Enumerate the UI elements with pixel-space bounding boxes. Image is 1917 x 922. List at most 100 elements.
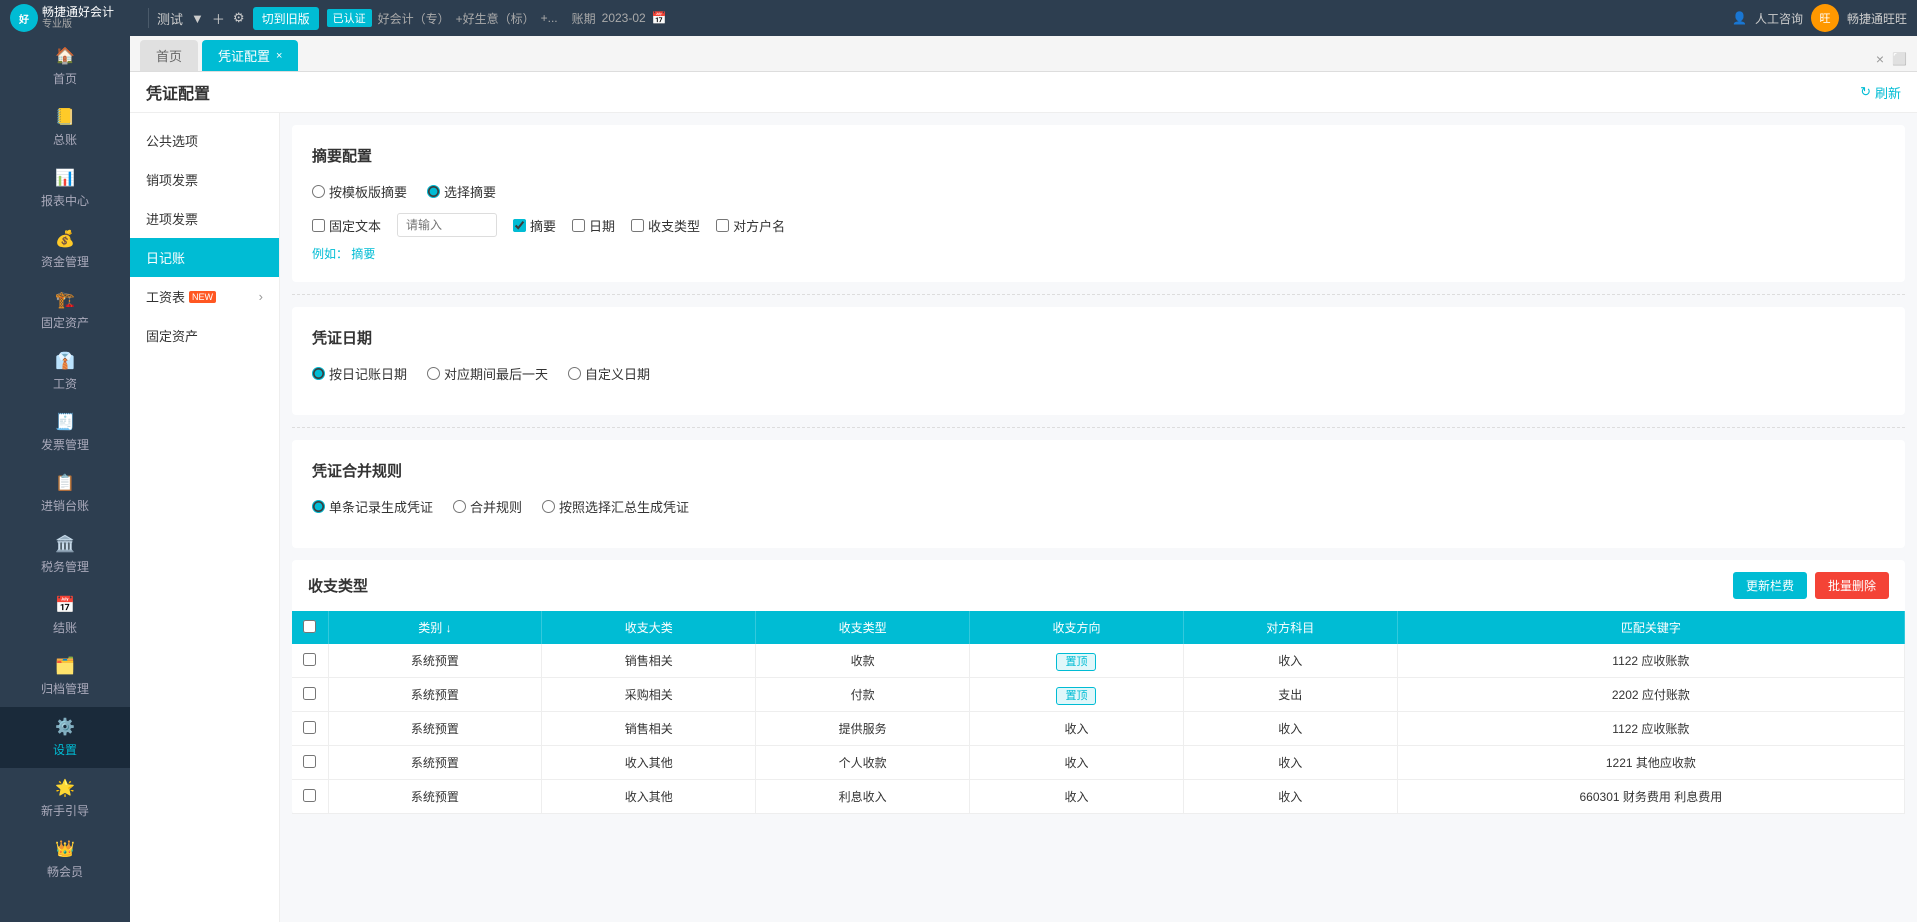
divider-2: [292, 427, 1905, 428]
date-radio-custom[interactable]: 自定义日期: [568, 364, 650, 383]
date-journal-radio[interactable]: [312, 367, 325, 380]
brand-text: 畅捷通好会计 专业版: [42, 5, 114, 31]
left-nav-journal[interactable]: 日记账: [130, 238, 279, 277]
summary-select-radio[interactable]: [427, 185, 440, 198]
summary-radio-select[interactable]: 选择摘要: [427, 182, 496, 201]
left-nav-purchase-invoice[interactable]: 进项发票: [130, 199, 279, 238]
invoice-icon: 🧾: [55, 412, 75, 432]
income-expense-table: 类别 ↓ 收支大类 收支类型 收支方向 对方科目 匹配关键字: [292, 611, 1905, 814]
date-period-last-radio[interactable]: [427, 367, 440, 380]
merge-single-radio[interactable]: [312, 500, 325, 513]
select-all-checkbox[interactable]: [303, 620, 316, 633]
row-checkbox[interactable]: [303, 653, 316, 666]
window-maximize-button[interactable]: ⬜: [1892, 52, 1907, 66]
sidebar-item-sales-ledger[interactable]: 📋 进销台账: [0, 463, 130, 524]
row-counterpart-subject: 1122 应收账款: [1397, 644, 1904, 678]
sidebar-item-settings[interactable]: ⚙️ 设置: [0, 707, 130, 768]
income-type-checkbox-item[interactable]: 收支类型: [631, 216, 700, 235]
row-direction: 收入: [970, 712, 1184, 746]
main-layout: 🏠 首页 📒 总账 📊 报表中心 💰 资金管理 🏗️ 固定资产 👔 工资 🧾 发…: [0, 36, 1917, 922]
sidebar-item-fixed-assets[interactable]: 🏗️ 固定资产: [0, 280, 130, 341]
date-custom-radio[interactable]: [568, 367, 581, 380]
sidebar-item-home[interactable]: 🏠 首页: [0, 36, 130, 97]
top-tag[interactable]: 置顶: [1056, 653, 1096, 671]
summary-checkbox[interactable]: [513, 219, 526, 232]
tab-close-icon[interactable]: ×: [276, 50, 282, 62]
table-header-row: 收支类型 更新栏费 批量删除: [292, 560, 1905, 611]
row-checkbox[interactable]: [303, 755, 316, 768]
col-checkbox: [292, 611, 328, 644]
date-checkbox[interactable]: [572, 219, 585, 232]
top-bar-status: 已认证 好会计（专） +好生意（标） +... 账期 2023-02 📅: [327, 9, 667, 27]
divider-1: [292, 294, 1905, 295]
col-category: 类别 ↓: [328, 611, 542, 644]
sidebar-item-guide[interactable]: 🌟 新手引导: [0, 768, 130, 829]
page-header: 凭证配置 ↻ 刷新: [130, 72, 1917, 113]
sidebar-item-reports[interactable]: 📊 报表中心: [0, 158, 130, 219]
merge-radio-single[interactable]: 单条记录生成凭证: [312, 497, 433, 516]
period-value: 2023-02: [602, 11, 646, 25]
left-nav-public[interactable]: 公共选项: [130, 121, 279, 160]
sidebar-item-tax[interactable]: 🏛️ 税务管理: [0, 524, 130, 585]
date-checkbox-item[interactable]: 日期: [572, 216, 615, 235]
sidebar-item-funds[interactable]: 💰 资金管理: [0, 219, 130, 280]
row-checkbox[interactable]: [303, 789, 316, 802]
calendar-icon[interactable]: 📅: [652, 11, 667, 25]
col-subject: 对方科目: [1183, 611, 1397, 644]
left-nav-sales-invoice[interactable]: 销项发票: [130, 160, 279, 199]
top-tag[interactable]: 置顶: [1056, 687, 1096, 705]
add-icon[interactable]: ＋: [212, 9, 225, 28]
fixed-text-input[interactable]: [397, 213, 497, 237]
counterpart-checkbox[interactable]: [716, 219, 729, 232]
left-nav-payroll[interactable]: 工资表 NEW ›: [130, 277, 279, 316]
income-type-checkbox[interactable]: [631, 219, 644, 232]
top-bar: 好 畅捷通好会计 专业版 测试 ▼ ＋ ⚙ 切到旧版 已认证 好会计（专） +好…: [0, 0, 1917, 36]
sidebar-item-salary[interactable]: 👔 工资: [0, 341, 130, 402]
sidebar-item-close[interactable]: 📅 结账: [0, 585, 130, 646]
refresh-button[interactable]: ↻ 刷新: [1860, 83, 1901, 102]
row-type: 提供服务: [756, 712, 970, 746]
row-checkbox-cell: [292, 712, 328, 746]
batch-delete-btn[interactable]: 批量删除: [1815, 572, 1889, 599]
good-accounting-status: 好会计（专）: [378, 10, 450, 27]
fixed-text-checkbox-item[interactable]: 固定文本: [312, 216, 381, 235]
counterpart-checkbox-item[interactable]: 对方户名: [716, 216, 785, 235]
sidebar-item-ledger[interactable]: 📒 总账: [0, 97, 130, 158]
row-category: 系统预置: [328, 780, 542, 814]
summary-template-radio[interactable]: [312, 185, 325, 198]
merge-merge-radio[interactable]: [453, 500, 466, 513]
sidebar-item-archive[interactable]: 🗂️ 归档管理: [0, 646, 130, 707]
merge-radio-merge[interactable]: 合并规则: [453, 497, 522, 516]
merge-summary-radio[interactable]: [542, 500, 555, 513]
window-close-button[interactable]: ×: [1876, 51, 1884, 67]
row-checkbox[interactable]: [303, 687, 316, 700]
row-checkbox-cell: [292, 746, 328, 780]
date-radio-period-last[interactable]: 对应期间最后一天: [427, 364, 548, 383]
row-checkbox[interactable]: [303, 721, 316, 734]
sidebar: 🏠 首页 📒 总账 📊 报表中心 💰 资金管理 🏗️ 固定资产 👔 工资 🧾 发…: [0, 36, 130, 922]
fixed-text-checkbox[interactable]: [312, 219, 325, 232]
summary-checkbox-item[interactable]: 摘要: [513, 216, 556, 235]
page-title: 凭证配置: [146, 80, 210, 104]
update-btn[interactable]: 更新栏费: [1733, 572, 1807, 599]
summary-radio-template[interactable]: 按模板版摘要: [312, 182, 407, 201]
tax-icon: 🏛️: [55, 534, 75, 554]
settings-icon[interactable]: ⚙: [233, 10, 245, 26]
switch-version-button[interactable]: 切到旧版: [253, 7, 319, 30]
tab-voucher-config[interactable]: 凭证配置 ×: [202, 40, 298, 71]
tab-home[interactable]: 首页: [140, 40, 198, 71]
row-direction: 置顶: [970, 678, 1184, 712]
row-major: 销售相关: [542, 644, 756, 678]
table-row: 系统预置 收入其他 个人收款 收入 收入 1221 其他应收款: [292, 746, 1905, 780]
merge-radio-summary[interactable]: 按照选择汇总生成凭证: [542, 497, 689, 516]
help-label[interactable]: 人工咨询: [1755, 10, 1803, 27]
sidebar-item-invoice[interactable]: 🧾 发票管理: [0, 402, 130, 463]
date-radio-journal[interactable]: 按日记账日期: [312, 364, 407, 383]
row-counterpart-subject: 2202 应付账款: [1397, 678, 1904, 712]
row-counterpart-subject: 1122 应收账款: [1397, 712, 1904, 746]
left-nav-fixed-assets[interactable]: 固定资产: [130, 316, 279, 355]
sidebar-item-member[interactable]: 👑 畅会员: [0, 829, 130, 890]
row-type: 收款: [756, 644, 970, 678]
test-dropdown-icon[interactable]: ▼: [191, 11, 204, 26]
table-row: 系统预置 收入其他 利息收入 收入 收入 660301 财务费用 利息费用: [292, 780, 1905, 814]
